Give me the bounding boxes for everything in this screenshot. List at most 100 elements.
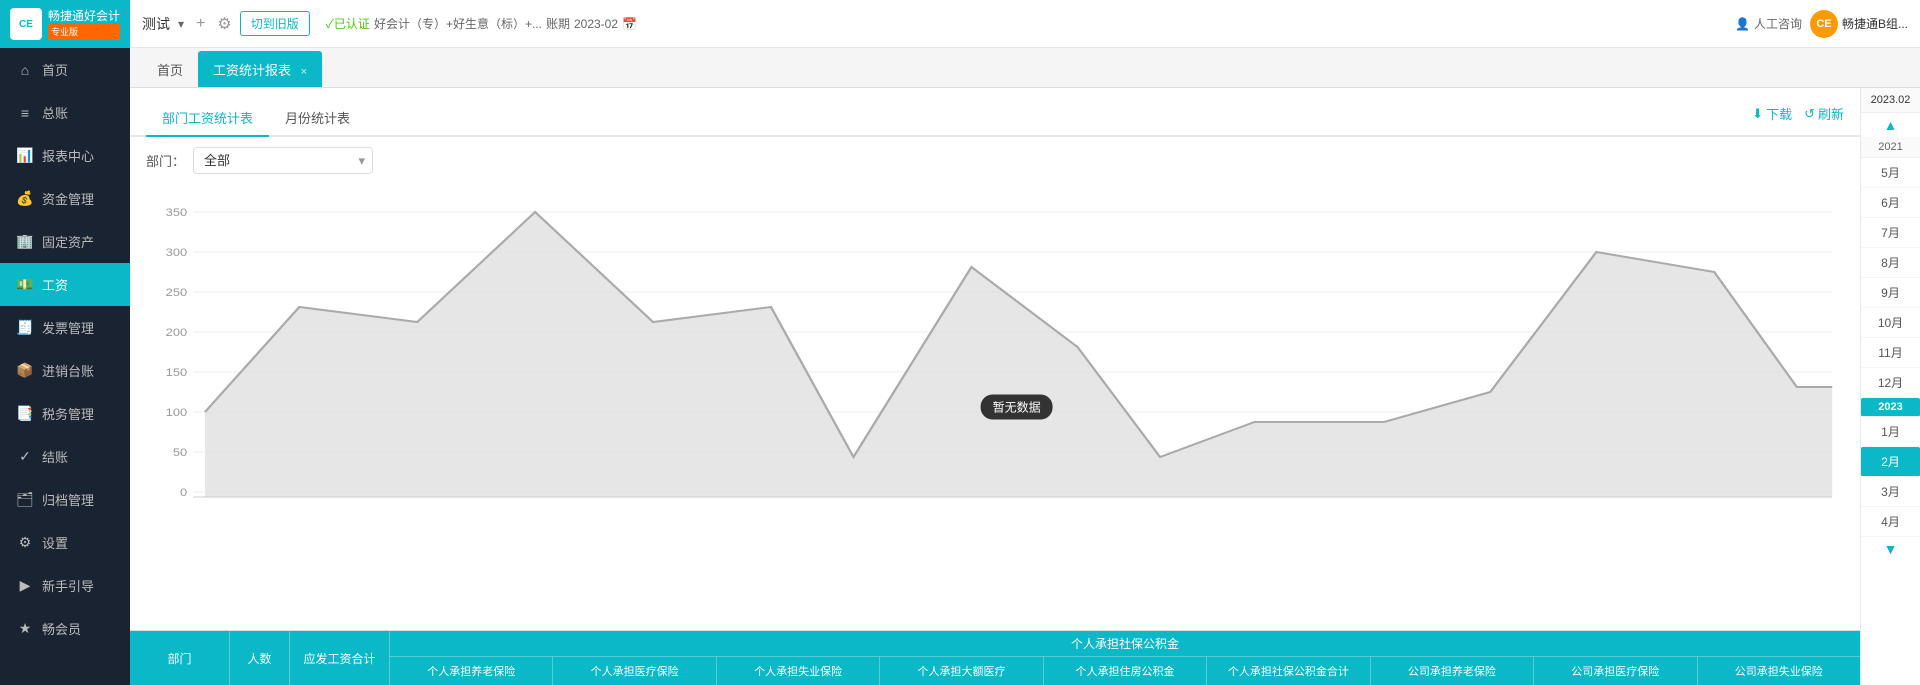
company-dropdown[interactable]: ▾ xyxy=(178,17,184,31)
guide-icon: ▶ xyxy=(16,577,34,594)
group-personal: 个人承担社保公积金 个人承担养老保险 个人承担医疗保险 个人承担失业保险 个人承… xyxy=(390,631,1860,685)
sidebar-item-home[interactable]: ⌂ 首页 xyxy=(0,48,130,91)
col-count: 人数 xyxy=(230,631,290,685)
subtabs: 部门工资统计表 月份统计表 ⬇ 下载 ↺ 刷新 xyxy=(130,88,1860,137)
svg-text:50: 50 xyxy=(173,446,188,459)
subtab-dept[interactable]: 部门工资统计表 xyxy=(146,100,269,137)
ledger-icon: ≡ xyxy=(16,105,34,121)
date-sidebar: 2023.02 ▲ 2021 5月 6月 7月 8月 9月 10月 11月 12… xyxy=(1860,88,1920,685)
svg-text:150: 150 xyxy=(166,366,188,379)
logo-text-block: 畅捷通好会计 专业版 xyxy=(48,9,120,40)
year-2021: 2021 xyxy=(1861,137,1920,158)
subcol-5: 个人承担社保公积金合计 xyxy=(1207,657,1370,685)
download-btn[interactable]: ⬇ 下载 xyxy=(1752,104,1792,123)
chart-tooltip: 暂无数据 xyxy=(981,395,1053,420)
tab-salary-report[interactable]: 工资统计报表 × xyxy=(198,51,322,87)
tab-home[interactable]: 首页 xyxy=(142,51,198,87)
sidebar-label-ledger: 总账 xyxy=(42,103,68,122)
dept-select[interactable]: 全部 销售部 财务部 人事部 技术部 xyxy=(193,147,373,174)
month-11[interactable]: 11月 xyxy=(1861,338,1920,368)
settings-icon: ⚙ xyxy=(16,534,34,551)
calendar-icon[interactable]: 📅 xyxy=(622,17,637,31)
subcol-0: 个人承担养老保险 xyxy=(390,657,553,685)
avatar: CE xyxy=(1810,10,1838,38)
month-7[interactable]: 7月 xyxy=(1861,218,1920,248)
subtab-monthly-label: 月份统计表 xyxy=(285,111,350,126)
col-dept: 部门 xyxy=(130,631,230,685)
sidebar-item-archive[interactable]: 🗂 归档管理 xyxy=(0,478,130,521)
nav-up-btn[interactable]: ▲ xyxy=(1861,113,1920,137)
month-12[interactable]: 12月 xyxy=(1861,368,1920,398)
switch-old-btn[interactable]: 切到旧版 xyxy=(240,11,310,36)
sidebar-label-tax: 税务管理 xyxy=(42,404,94,423)
sidebar-item-invoice[interactable]: 🧾 发票管理 xyxy=(0,306,130,349)
subtab-dept-label: 部门工资统计表 xyxy=(162,111,253,126)
month-9[interactable]: 9月 xyxy=(1861,278,1920,308)
sidebar-item-funds[interactable]: 💰 资金管理 xyxy=(0,177,130,220)
period-label: 账期 xyxy=(546,15,570,32)
refresh-icon: ↺ xyxy=(1804,106,1815,122)
sidebar-item-reports[interactable]: 📊 报表中心 xyxy=(0,134,130,177)
col-salary-total: 应发工资合计 xyxy=(290,631,390,685)
archive-icon: 🗂 xyxy=(16,491,34,508)
month-4[interactable]: 4月 xyxy=(1861,507,1920,537)
sidebar: CE 畅捷通好会计 专业版 ⌂ 首页 ≡ 总账 📊 报表中心 💰 资金管理 🏢 … xyxy=(0,0,130,685)
sidebar-item-vip[interactable]: ★ 畅会员 xyxy=(0,607,130,650)
sidebar-label-reports: 报表中心 xyxy=(42,146,94,165)
sidebar-item-settle[interactable]: ✓ 结账 xyxy=(0,435,130,478)
tab-salary-label: 工资统计报表 xyxy=(213,63,291,78)
sidebar-item-sales[interactable]: 📦 进销台账 xyxy=(0,349,130,392)
svg-text:0: 0 xyxy=(180,486,188,499)
tab-home-label: 首页 xyxy=(157,63,183,78)
app-logo: CE 畅捷通好会计 专业版 xyxy=(0,0,130,48)
refresh-btn[interactable]: ↺ 刷新 xyxy=(1804,104,1844,123)
subtab-monthly[interactable]: 月份统计表 xyxy=(269,100,366,137)
sidebar-item-ledger[interactable]: ≡ 总账 xyxy=(0,91,130,134)
sidebar-label-invoice: 发票管理 xyxy=(42,318,94,337)
topbar: 测试 ▾ + ⚙ 切到旧版 ✓已认证 好会计（专）+好生意（标）+... 账期 … xyxy=(130,0,1920,48)
verified-tag: ✓已认证 xyxy=(326,15,370,32)
home-icon: ⌂ xyxy=(16,62,34,78)
service-label: 人工咨询 xyxy=(1754,15,1802,32)
month-8[interactable]: 8月 xyxy=(1861,248,1920,278)
user-name: 畅捷通B组... xyxy=(1842,15,1908,32)
vip-icon: ★ xyxy=(16,620,34,637)
month-5[interactable]: 5月 xyxy=(1861,158,1920,188)
sidebar-item-guide[interactable]: ▶ 新手引导 xyxy=(0,564,130,607)
svg-text:100: 100 xyxy=(166,406,188,419)
add-button[interactable]: + xyxy=(192,13,209,35)
month-6[interactable]: 6月 xyxy=(1861,188,1920,218)
month-3[interactable]: 3月 xyxy=(1861,477,1920,507)
sidebar-label-assets: 固定资产 xyxy=(42,232,94,251)
main-content: 测试 ▾ + ⚙ 切到旧版 ✓已认证 好会计（专）+好生意（标）+... 账期 … xyxy=(130,0,1920,685)
subtabs-spacer xyxy=(366,100,1752,135)
chart-area-fill xyxy=(205,212,1832,497)
user-menu[interactable]: CE 畅捷通B组... xyxy=(1810,10,1908,38)
settings-button[interactable]: ⚙ xyxy=(217,14,231,34)
sidebar-item-assets[interactable]: 🏢 固定资产 xyxy=(0,220,130,263)
month-10[interactable]: 10月 xyxy=(1861,308,1920,338)
month-2[interactable]: 2月 xyxy=(1861,447,1920,477)
table-header-main: 部门 人数 应发工资合计 个人承担社保公积金 个人承担养老保险 个人承担医疗保险… xyxy=(130,631,1860,685)
subcol-3: 个人承担大额医疗 xyxy=(880,657,1043,685)
period-value: 2023-02 xyxy=(574,17,618,31)
sidebar-item-salary[interactable]: 💵 工资 xyxy=(0,263,130,306)
svg-text:350: 350 xyxy=(166,206,188,219)
service-icon: 👤 xyxy=(1735,17,1750,31)
company-name: 测试 xyxy=(142,14,170,34)
subcol-1: 个人承担医疗保险 xyxy=(553,657,716,685)
tab-close-icon[interactable]: × xyxy=(301,66,307,78)
nav-down-btn[interactable]: ▼ xyxy=(1861,537,1920,561)
toolbar: 部门： 全部 销售部 财务部 人事部 技术部 xyxy=(130,137,1860,184)
svg-text:250: 250 xyxy=(166,286,188,299)
svg-text:300: 300 xyxy=(166,246,188,259)
sidebar-item-settings[interactable]: ⚙ 设置 xyxy=(0,521,130,564)
tabs-bar: 首页 工资统计报表 × xyxy=(130,48,1920,88)
sidebar-item-tax[interactable]: 📑 税务管理 xyxy=(0,392,130,435)
sidebar-label-sales: 进销台账 xyxy=(42,361,94,380)
subcol-4: 个人承担住房公积金 xyxy=(1044,657,1207,685)
service-btn[interactable]: 👤 人工咨询 xyxy=(1735,15,1802,32)
settle-icon: ✓ xyxy=(16,448,34,465)
month-1[interactable]: 1月 xyxy=(1861,417,1920,447)
assets-icon: 🏢 xyxy=(16,233,34,250)
